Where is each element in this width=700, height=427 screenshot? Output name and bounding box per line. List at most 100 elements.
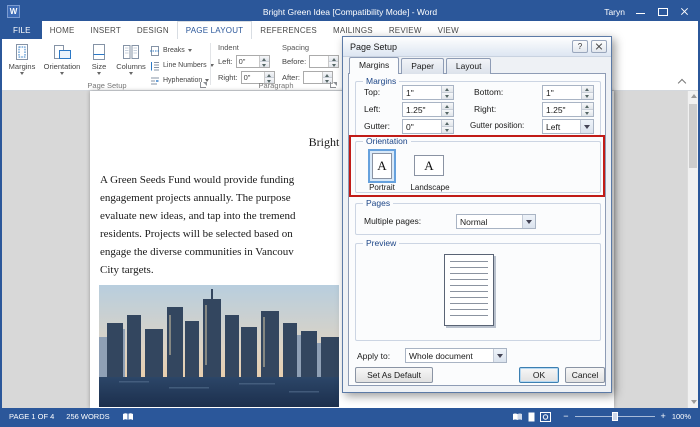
maximize-icon[interactable] xyxy=(656,6,669,17)
dialog-launcher-icon[interactable] xyxy=(200,81,208,89)
portrait-option[interactable]: A xyxy=(368,149,396,183)
help-icon[interactable]: ? xyxy=(572,40,588,53)
left-margin-input[interactable]: 1.25" xyxy=(402,102,454,117)
size-icon xyxy=(93,44,105,60)
dialog-close-button[interactable] xyxy=(591,40,607,53)
pages-group: Pages Multiple pages: Normal xyxy=(355,198,601,235)
multiple-pages-dropdown[interactable]: Normal xyxy=(456,214,536,229)
size-button[interactable]: Size xyxy=(86,41,112,85)
web-layout-icon[interactable] xyxy=(540,411,552,422)
margins-group: Margins Top: 1" Bottom: 1" Left: 1.25" R… xyxy=(355,76,601,136)
zoom-in-button[interactable]: + xyxy=(661,412,666,421)
cancel-button[interactable]: Cancel xyxy=(565,367,605,383)
word-logo-icon: W xyxy=(7,5,20,18)
tab-file[interactable]: FILE xyxy=(2,21,42,39)
dropdown-arrow-icon[interactable] xyxy=(493,349,506,362)
collapse-ribbon-icon[interactable] xyxy=(678,77,686,85)
landscape-option[interactable]: A xyxy=(414,155,444,176)
dialog-title: Page Setup xyxy=(350,41,398,52)
spinner-icon[interactable] xyxy=(328,56,339,67)
scroll-down-icon[interactable] xyxy=(688,397,698,408)
spinner-icon[interactable] xyxy=(258,56,269,67)
zoom-level[interactable]: 100% xyxy=(672,412,691,421)
spinner-icon[interactable] xyxy=(581,103,593,116)
breaks-button[interactable]: Breaks xyxy=(150,44,192,57)
margins-button[interactable]: Margins xyxy=(6,41,38,85)
dropdown-arrow-icon[interactable] xyxy=(580,120,593,133)
user-name[interactable]: Taryn xyxy=(604,7,625,17)
preview-page-thumbnail xyxy=(444,254,494,326)
gutter-position-dropdown[interactable]: Left xyxy=(542,119,594,134)
bottom-margin-label: Bottom: xyxy=(474,87,504,97)
dialog-tab-paper[interactable]: Paper xyxy=(401,58,444,74)
document-body: A Green Seeds Fund would provide funding… xyxy=(100,171,295,279)
spinner-icon[interactable] xyxy=(441,120,453,133)
zoom-out-button[interactable]: − xyxy=(563,412,568,421)
body-line: residents. Projects will be selected bas… xyxy=(100,228,293,240)
breaks-icon xyxy=(150,45,160,56)
pages-group-label: Pages xyxy=(363,198,394,208)
spinner-icon[interactable] xyxy=(441,86,453,99)
dialog-tab-margins[interactable]: Margins xyxy=(349,57,400,74)
orientation-button[interactable]: Orientation xyxy=(40,41,84,85)
margins-group-label: Margins xyxy=(363,76,400,86)
orientation-icon xyxy=(54,45,71,59)
scroll-up-icon[interactable] xyxy=(688,91,698,102)
dialog-tabs: Margins Paper Layout xyxy=(349,57,493,74)
print-layout-icon[interactable] xyxy=(527,412,536,422)
vertical-scrollbar[interactable] xyxy=(687,91,698,408)
zoom-slider[interactable] xyxy=(574,412,655,421)
tab-home[interactable]: HOME xyxy=(42,21,83,39)
ok-button[interactable]: OK xyxy=(519,367,559,383)
top-margin-value: 1" xyxy=(406,88,414,98)
top-margin-input[interactable]: 1" xyxy=(402,85,454,100)
scrollbar-thumb[interactable] xyxy=(689,104,697,168)
gutter-value: 0" xyxy=(406,122,414,132)
word-count[interactable]: 256 WORDS xyxy=(66,412,109,421)
body-line: engage the diverse communities in Vancou… xyxy=(100,246,294,258)
spacing-before-input[interactable] xyxy=(309,55,340,68)
spinner-icon[interactable] xyxy=(441,103,453,116)
orientation-group: Orientation A A Portrait Landscape xyxy=(355,136,601,193)
right-margin-value: 1.25" xyxy=(546,105,566,115)
tab-insert[interactable]: INSERT xyxy=(83,21,129,39)
close-icon[interactable] xyxy=(678,6,691,17)
right-margin-input[interactable]: 1.25" xyxy=(542,102,594,117)
apply-to-dropdown[interactable]: Whole document xyxy=(405,348,507,363)
dialog-title-bar[interactable]: Page Setup ? xyxy=(343,37,611,57)
gutter-input[interactable]: 0" xyxy=(402,119,454,134)
landscape-letter: A xyxy=(424,157,434,173)
set-as-default-button[interactable]: Set As Default xyxy=(355,367,433,383)
minimize-icon[interactable] xyxy=(634,6,647,17)
status-bar: PAGE 1 OF 4 256 WORDS − + 100% xyxy=(2,408,698,425)
window-title: Bright Green Idea [Compatibility Mode] -… xyxy=(262,6,438,17)
preview-group-label: Preview xyxy=(363,238,400,248)
indent-left-input[interactable]: 0" xyxy=(235,55,270,68)
page-indicator[interactable]: PAGE 1 OF 4 xyxy=(9,412,54,421)
dropdown-arrow-icon[interactable] xyxy=(522,215,535,228)
read-mode-icon[interactable] xyxy=(512,412,523,422)
page-setup-group-label: Page Setup xyxy=(87,81,127,90)
word-window: W Bright Green Idea [Compatibility Mode]… xyxy=(0,0,700,427)
body-line: engagement projects annually. The purpos… xyxy=(100,192,291,204)
tab-design[interactable]: DESIGN xyxy=(129,21,177,39)
tab-page-layout[interactable]: PAGE LAYOUT xyxy=(176,21,253,39)
size-label: Size xyxy=(91,62,107,71)
zoom-slider-thumb[interactable] xyxy=(611,412,618,421)
orientation-group-label: Orientation xyxy=(363,136,411,146)
proofing-icon[interactable] xyxy=(122,412,134,422)
view-switcher xyxy=(512,411,552,422)
columns-button[interactable]: Columns xyxy=(114,41,148,85)
chevron-down-icon xyxy=(20,72,24,75)
spinner-icon[interactable] xyxy=(581,86,593,99)
columns-icon xyxy=(123,45,139,59)
line-numbers-button[interactable]: Line Numbers xyxy=(150,59,214,72)
chevron-down-icon xyxy=(60,72,64,75)
bottom-margin-input[interactable]: 1" xyxy=(542,85,594,100)
title-bar: W Bright Green Idea [Compatibility Mode]… xyxy=(2,2,698,21)
columns-label: Columns xyxy=(116,62,146,71)
top-margin-label: Top: xyxy=(364,87,381,97)
dialog-tab-layout[interactable]: Layout xyxy=(445,58,492,74)
tab-references[interactable]: REFERENCES xyxy=(252,21,325,39)
dialog-launcher-icon[interactable] xyxy=(330,81,338,89)
